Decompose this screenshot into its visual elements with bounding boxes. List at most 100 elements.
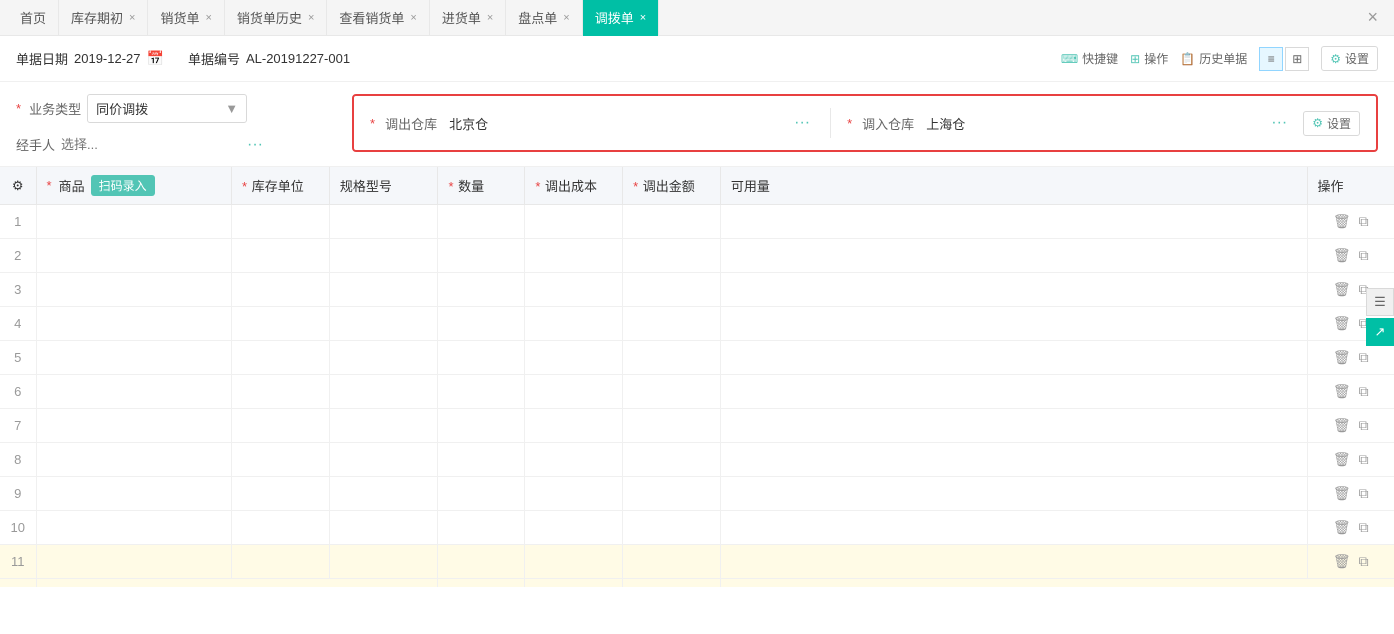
transfer-cost-cell[interactable] [525,511,623,545]
qty-cell[interactable] [438,477,525,511]
tab-inventory[interactable]: 盘点单 × [506,0,582,36]
tab-view-sales-close[interactable]: × [410,12,416,24]
transfer-amount-cell[interactable] [623,375,721,409]
transfer-cost-cell[interactable] [525,205,623,239]
qty-cell[interactable] [438,375,525,409]
shortcuts-button[interactable]: ⌨ 快捷键 [1061,50,1118,67]
product-cell[interactable] [36,205,232,239]
calendar-icon[interactable]: 📅 [147,50,164,67]
product-cell[interactable] [36,477,232,511]
available-qty-cell[interactable] [720,307,1307,341]
delete-icon[interactable]: 🗑 [1333,247,1351,264]
tab-purchase-close[interactable]: × [487,12,493,24]
copy-icon[interactable]: ⧉ [1359,519,1369,536]
available-qty-cell[interactable] [720,341,1307,375]
settings-button[interactable]: ⚙ 设置 [1321,46,1378,71]
unit-cell[interactable] [232,443,330,477]
tab-sales-history[interactable]: 销货单历史 × [225,0,327,36]
available-qty-cell[interactable] [720,273,1307,307]
qty-cell[interactable] [438,511,525,545]
available-qty-cell[interactable] [720,205,1307,239]
copy-icon[interactable]: ⧉ [1359,383,1369,400]
spec-cell[interactable] [329,443,438,477]
spec-cell[interactable] [329,205,438,239]
spec-cell[interactable] [329,409,438,443]
spec-cell[interactable] [329,341,438,375]
qty-cell[interactable] [438,409,525,443]
unit-cell[interactable] [232,477,330,511]
transfer-cost-cell[interactable] [525,239,623,273]
transfer-cost-cell[interactable] [525,477,623,511]
product-cell[interactable] [36,409,232,443]
qty-cell[interactable] [438,239,525,273]
delete-icon[interactable]: 🗑 [1333,485,1351,502]
warehouse-out-dots-button[interactable]: ··· [790,114,814,132]
delete-icon[interactable]: 🗑 [1333,553,1351,570]
delete-icon[interactable]: 🗑 [1333,519,1351,536]
copy-icon[interactable]: ⧉ [1359,349,1369,366]
tab-purchase[interactable]: 进货单 × [430,0,506,36]
available-qty-cell[interactable] [720,511,1307,545]
delete-icon[interactable]: 🗑 [1333,315,1351,332]
tab-transfer[interactable]: 调拨单 × [583,0,659,36]
product-cell[interactable] [36,511,232,545]
unit-cell[interactable] [232,341,330,375]
unit-cell[interactable] [232,409,330,443]
delete-icon[interactable]: 🗑 [1333,417,1351,434]
available-qty-cell[interactable] [720,443,1307,477]
product-cell[interactable] [36,443,232,477]
spec-cell[interactable] [329,477,438,511]
unit-cell[interactable] [232,545,330,579]
transfer-amount-cell[interactable] [623,205,721,239]
unit-cell[interactable] [232,273,330,307]
side-export-tool[interactable]: ↗ [1366,318,1394,346]
tab-stock-init-close[interactable]: × [129,12,135,24]
side-list-tool[interactable]: ☰ [1366,288,1394,316]
available-qty-cell[interactable] [720,375,1307,409]
qty-cell[interactable] [438,341,525,375]
delete-icon[interactable]: 🗑 [1333,349,1351,366]
operator-dots-button[interactable]: ··· [243,136,267,154]
tab-stock-init[interactable]: 库存期初 × [59,0,148,36]
spec-cell[interactable] [329,545,438,579]
transfer-cost-cell[interactable] [525,375,623,409]
product-cell[interactable] [36,375,232,409]
view-list-button[interactable]: ≡ [1259,47,1283,71]
available-qty-cell[interactable] [720,477,1307,511]
copy-icon[interactable]: ⧉ [1359,213,1369,230]
qty-cell[interactable] [438,273,525,307]
spec-cell[interactable] [329,511,438,545]
spec-cell[interactable] [329,375,438,409]
unit-cell[interactable] [232,375,330,409]
tab-home[interactable]: 首页 [8,0,59,36]
unit-cell[interactable] [232,511,330,545]
transfer-amount-cell[interactable] [623,511,721,545]
qty-cell[interactable] [438,545,525,579]
transfer-amount-cell[interactable] [623,409,721,443]
warehouse-in-value[interactable]: 上海仓 [926,114,965,133]
tab-sales-order-close[interactable]: × [205,12,211,24]
transfer-amount-cell[interactable] [623,545,721,579]
transfer-amount-cell[interactable] [623,341,721,375]
business-type-select[interactable]: 同价调拨 ▼ [87,94,247,123]
tab-sales-order[interactable]: 销货单 × [148,0,224,36]
qty-cell[interactable] [438,307,525,341]
tab-view-sales[interactable]: 查看销货单 × [327,0,429,36]
product-cell[interactable] [36,545,232,579]
warehouse-in-dots-button[interactable]: ··· [1267,114,1291,132]
unit-cell[interactable] [232,205,330,239]
copy-icon[interactable]: ⧉ [1359,247,1369,264]
copy-icon[interactable]: ⧉ [1359,417,1369,434]
product-cell[interactable] [36,273,232,307]
transfer-cost-cell[interactable] [525,409,623,443]
scan-button[interactable]: 扫码录入 [91,175,155,196]
copy-icon[interactable]: ⧉ [1359,485,1369,502]
spec-cell[interactable] [329,273,438,307]
tab-inventory-close[interactable]: × [563,12,569,24]
history-button[interactable]: 📋 历史单据 [1180,50,1247,67]
warehouse-out-value[interactable]: 北京仓 [449,114,488,133]
operator-input[interactable] [61,137,237,152]
tab-transfer-close[interactable]: × [640,12,646,24]
product-cell[interactable] [36,239,232,273]
spec-cell[interactable] [329,239,438,273]
